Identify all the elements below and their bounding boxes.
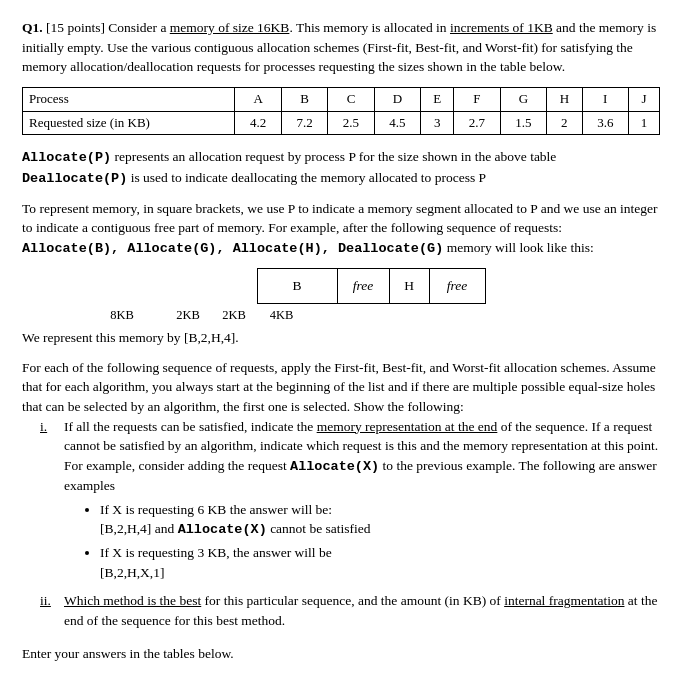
instructions-section: For each of the following sequence of re…: [22, 358, 660, 630]
allocate-x-mono: Allocate(X): [290, 459, 379, 474]
table-header-c: C: [328, 87, 374, 111]
allocate-description: Allocate(P) represents an allocation req…: [22, 147, 660, 168]
roman-i: i.: [40, 417, 58, 586]
table-header-g: G: [500, 87, 546, 111]
table-val-f: 2.7: [454, 111, 500, 135]
roman-ii: ii.: [40, 591, 58, 630]
table-header-i: I: [582, 87, 628, 111]
allocate-text: represents an allocation request by proc…: [115, 149, 557, 164]
deallocate-description: Deallocate(P) is used to indicate deallo…: [22, 168, 660, 189]
table-header-a: A: [235, 87, 281, 111]
question-header: Q1. [15 points] Consider a memory of siz…: [22, 18, 660, 77]
allocate-section: Allocate(P) represents an allocation req…: [22, 147, 660, 188]
list-item-i: i. If all the requests can be satisfied,…: [40, 417, 660, 586]
representation-section: We represent this memory by [B,2,H,4].: [22, 328, 660, 348]
instructions-intro: For each of the following sequence of re…: [22, 358, 660, 417]
list-item-ii: ii. Which method is the best for this pa…: [40, 591, 660, 630]
question-intro: Q1. [15 points] Consider a memory of siz…: [22, 18, 660, 77]
sequence-example: Allocate(B), Allocate(G), Allocate(H), D…: [22, 241, 443, 256]
table-val-a: 4.2: [235, 111, 281, 135]
answer-prompt-section: Enter your answers in the tables below.: [22, 644, 660, 664]
bullet-list: If X is requesting 6 KB the answer will …: [64, 500, 660, 582]
best-method-underline: Which method is the best: [64, 593, 201, 608]
deallocate-text: is used to indicate deallocating the mem…: [131, 170, 486, 185]
question-points: [15 points]: [46, 20, 105, 35]
roman-list: i. If all the requests can be satisfied,…: [22, 417, 660, 631]
mem-label-h: 2KB: [214, 306, 254, 324]
memory-diagram: B free H free: [257, 268, 486, 304]
table-header-h: H: [547, 87, 583, 111]
representation-text: We represent this memory by [B,2,H,4].: [22, 328, 660, 348]
table-val-i: 3.6: [582, 111, 628, 135]
memory-size-ref: memory of size 16KB: [170, 20, 290, 35]
table-val-e: 3: [421, 111, 454, 135]
memory-labels: 8KB 2KB 2KB 4KB: [82, 306, 660, 324]
mem-label-b: 8KB: [82, 306, 162, 324]
mem-cell-free2: free: [430, 269, 485, 303]
table-header-d: D: [374, 87, 420, 111]
answer-prompt-text: Enter your answers in the tables below.: [22, 644, 660, 664]
table-val-b: 7.2: [281, 111, 327, 135]
mem-cell-free1: free: [338, 269, 390, 303]
internal-frag-underline: internal fragmentation: [504, 593, 624, 608]
table-header-f: F: [454, 87, 500, 111]
mem-label-free2: 4KB: [254, 306, 309, 324]
memory-description-section: To represent memory, in square brackets,…: [22, 199, 660, 259]
table-val-g: 1.5: [500, 111, 546, 135]
table-val-c: 2.5: [328, 111, 374, 135]
deallocate-mono: Deallocate(P): [22, 171, 127, 186]
mem-cell-h: H: [390, 269, 430, 303]
memory-rep-underline: memory representation at the end: [317, 419, 498, 434]
table-header-e: E: [421, 87, 454, 111]
table-row-label: Requested size (in KB): [23, 111, 235, 135]
table-header-b: B: [281, 87, 327, 111]
table-header-j: J: [628, 87, 659, 111]
memory-desc-text: To represent memory, in square brackets,…: [22, 199, 660, 259]
allocate-mono: Allocate(P): [22, 150, 111, 165]
memory-diagram-wrapper: B free H free 8KB 2KB 2KB 4KB: [82, 268, 660, 324]
bullet-item-1: If X is requesting 6 KB the answer will …: [100, 500, 660, 540]
process-table: Process A B C D E F G H I J Requested si…: [22, 87, 660, 136]
table-header-process: Process: [23, 87, 235, 111]
allocate-x-mono-2: Allocate(X): [178, 522, 267, 537]
item-i-content: If all the requests can be satisfied, in…: [64, 417, 660, 586]
item-ii-content: Which method is the best for this partic…: [64, 591, 660, 630]
table-val-d: 4.5: [374, 111, 420, 135]
table-val-j: 1: [628, 111, 659, 135]
table-val-h: 2: [547, 111, 583, 135]
mem-label-free1: 2KB: [162, 306, 214, 324]
mem-cell-b: B: [258, 269, 338, 303]
increments-ref: increments of 1KB: [450, 20, 553, 35]
bullet-item-2: If X is requesting 3 KB, the answer will…: [100, 543, 660, 582]
question-number: Q1.: [22, 20, 43, 35]
